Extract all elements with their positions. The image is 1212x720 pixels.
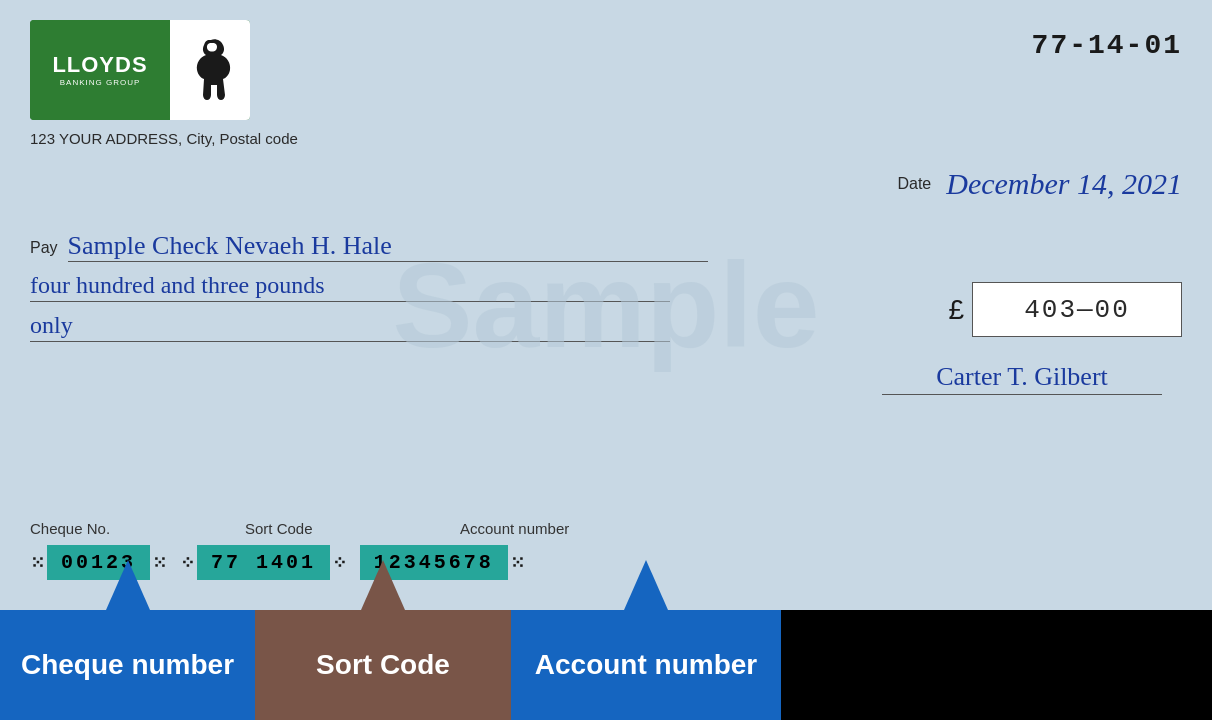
micr-sort-code: 77 1401 [197, 545, 330, 580]
date-row: Date December 14, 2021 [30, 167, 1182, 201]
amount-box: 403—00 [972, 282, 1182, 337]
micr-bracket-2: ⁙ [152, 552, 167, 574]
logo-horse-area [170, 20, 250, 120]
cheque-arrow [106, 560, 150, 610]
account-arrow [624, 560, 668, 610]
micr-sort-code-label: Sort Code [245, 520, 460, 537]
logo-lloyds-text: LLOYDS [52, 54, 147, 76]
micr-cheque-no-label: Cheque No. [30, 520, 245, 537]
date-label: Date [897, 175, 931, 193]
micr-bracket-4: ⁘ [332, 552, 347, 574]
pay-label: Pay [30, 239, 58, 257]
micr-bracket-5: ⁙ [510, 552, 525, 574]
bottom-empty-segment [781, 610, 1212, 720]
bottom-sort-segment: Sort Code [255, 610, 511, 720]
amount-only-line: only [30, 312, 730, 342]
amount-words-text: four hundred and three pounds [30, 272, 670, 302]
signature-text: Carter T. Gilbert [936, 362, 1108, 391]
pay-row: Pay Sample Check Nevaeh H. Hale [30, 231, 1182, 262]
logo-banking-text: BANKING GROUP [60, 78, 141, 87]
horse-icon [183, 35, 238, 105]
amount-words-line1: four hundred and three pounds [30, 272, 730, 302]
date-value: December 14, 2021 [946, 167, 1182, 201]
sort-arrow [361, 560, 405, 610]
address-line: 123 YOUR ADDRESS, City, Postal code [30, 130, 1182, 147]
amount-only-text: only [30, 312, 670, 342]
micr-area: Cheque No. Sort Code Account number ⁙ 00… [30, 520, 830, 580]
lloyds-logo: LLOYDS BANKING GROUP [30, 20, 250, 120]
bottom-account-segment: Account number [511, 610, 781, 720]
bottom-account-label: Account number [535, 649, 757, 681]
signature-section: Carter T. Gilbert [30, 362, 1162, 395]
micr-account-no-label: Account number [460, 520, 675, 537]
bottom-cheque-label: Cheque number [21, 649, 234, 681]
micr-bracket-3: ⁘ [180, 552, 195, 574]
bottom-cheque-segment: Cheque number [0, 610, 255, 720]
micr-labels-row: Cheque No. Sort Code Account number [30, 520, 830, 537]
logo-text-area: LLOYDS BANKING GROUP [30, 20, 170, 120]
signature-line: Carter T. Gilbert [882, 362, 1162, 395]
cheque-top-row: LLOYDS BANKING GROUP 77-14-01 [30, 20, 1182, 120]
bottom-bar: Cheque number Sort Code Account number [0, 610, 1212, 720]
amount-section: four hundred and three pounds only £ 403… [30, 272, 1182, 342]
sort-code-display: 77-14-01 [1032, 30, 1182, 61]
payee-line: Sample Check Nevaeh H. Hale [68, 231, 708, 262]
cheque-body: Sample LLOYDS BANKING GROUP 77-14-01 [0, 0, 1212, 610]
amount-box-section: £ 403—00 [948, 282, 1182, 337]
amount-words-section: four hundred and three pounds only [30, 272, 730, 342]
payee-name: Sample Check Nevaeh H. Hale [68, 231, 392, 262]
micr-row: ⁙ 00123 ⁙ ⁘ 77 1401 ⁘ 12345678 ⁙ [30, 545, 830, 580]
bottom-sort-label: Sort Code [316, 649, 450, 681]
pound-sign: £ [948, 294, 964, 326]
micr-bracket-1: ⁙ [30, 552, 45, 574]
